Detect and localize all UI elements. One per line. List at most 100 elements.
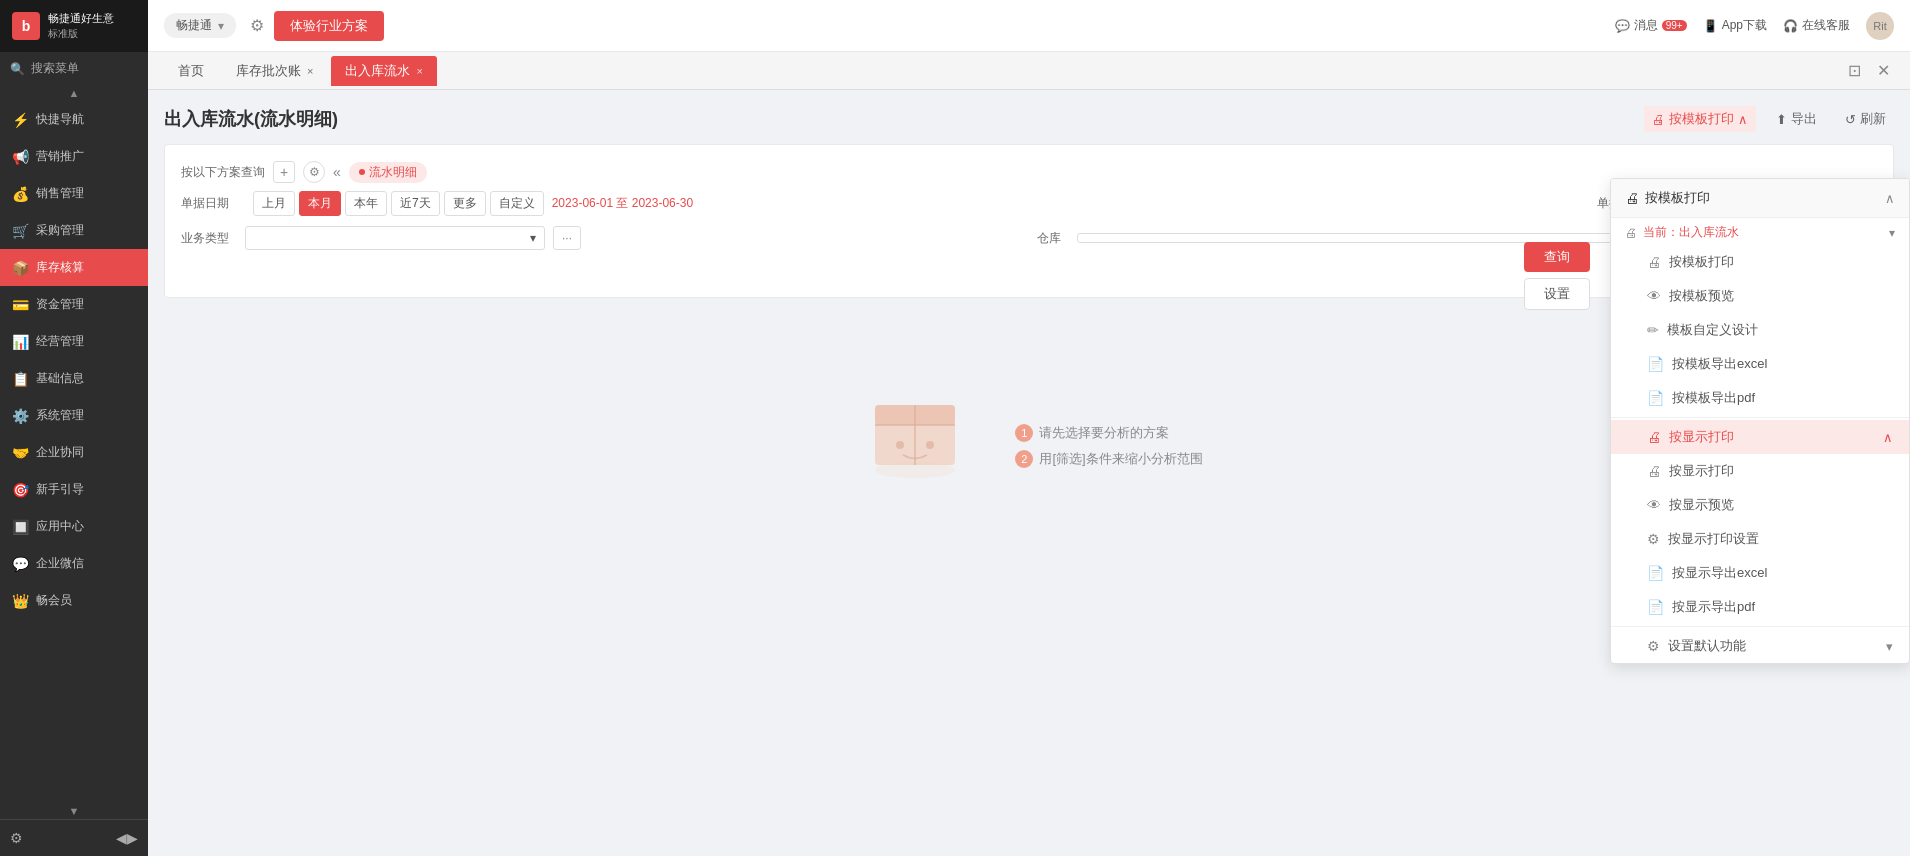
template-preview-icon: 👁 (1647, 288, 1661, 304)
refresh-icon: ↺ (1845, 112, 1856, 127)
avatar[interactable]: Rit (1866, 12, 1894, 40)
filter-collapse-btn[interactable]: « (333, 164, 341, 180)
sidebar-item-label: 企业协同 (36, 444, 84, 461)
filter-tag[interactable]: 流水明细 (349, 162, 427, 183)
date-btn-last7[interactable]: 近7天 (391, 191, 440, 216)
date-btn-this-year[interactable]: 本年 (345, 191, 387, 216)
topbar-user[interactable]: 畅捷通 ▾ (164, 13, 236, 38)
sidebar-item-corp[interactable]: 🤝 企业协同 (0, 434, 148, 471)
sales-icon: 💰 (12, 186, 28, 202)
filter-add-btn[interactable]: + (273, 161, 295, 183)
empty-content: 1 请先选择要分析的方案 2 用[筛选]条件来缩小分析范围 (855, 370, 1202, 529)
trial-btn[interactable]: 体验行业方案 (274, 11, 384, 41)
tip-num-2: 2 (1015, 450, 1033, 468)
dropdown-item-template-custom[interactable]: ✏ 模板自定义设计 (1611, 313, 1909, 347)
biz-type-select[interactable]: ▾ (245, 226, 545, 250)
tab-flow-close[interactable]: × (416, 65, 422, 77)
sidebar-item-quick-nav[interactable]: ⚡ 快捷导航 (0, 101, 148, 138)
sidebar-item-app-center[interactable]: 🔲 应用中心 (0, 508, 148, 545)
settings-btn[interactable]: 设置 (1524, 278, 1590, 310)
empty-icon (855, 370, 975, 509)
sidebar-item-vip[interactable]: 👑 畅会员 (0, 582, 148, 619)
vip-icon: 👑 (12, 593, 28, 609)
template-custom-label: 模板自定义设计 (1667, 321, 1758, 339)
sidebar-settings-icon[interactable]: ⚙ (10, 830, 23, 846)
filter-setting-btn[interactable]: ⚙ (303, 161, 325, 183)
sidebar-item-purchase[interactable]: 🛒 采购管理 (0, 212, 148, 249)
dropdown-item-display-excel[interactable]: 📄 按显示导出excel (1611, 556, 1909, 590)
sidebar-item-system[interactable]: ⚙️ 系统管理 (0, 397, 148, 434)
empty-tip-1: 1 请先选择要分析的方案 (1015, 424, 1202, 442)
query-btn[interactable]: 查询 (1524, 242, 1590, 272)
app-download-btn[interactable]: 📱 App下载 (1703, 17, 1767, 34)
tab-home[interactable]: 首页 (164, 56, 218, 86)
display-pdf-label: 按显示导出pdf (1672, 598, 1755, 616)
sidebar-scroll-up[interactable]: ▲ (0, 85, 148, 101)
template-print-btn[interactable]: 🖨 按模板打印 ∧ (1644, 106, 1756, 132)
display-excel-label: 按显示导出excel (1672, 564, 1767, 582)
topbar-actions: 💬 消息 99+ 📱 App下载 🎧 在线客服 Rit (1615, 12, 1894, 40)
inventory-icon: 📦 (12, 260, 28, 276)
tab-flow-label: 出入库流水 (345, 62, 410, 80)
biz-more-btn[interactable]: ··· (553, 226, 581, 250)
sidebar-item-label: 新手引导 (36, 481, 84, 498)
display-print-icon: 🖨 (1647, 463, 1661, 479)
sidebar-item-inventory[interactable]: 📦 库存核算 (0, 249, 148, 286)
corp-icon: 🤝 (12, 445, 28, 461)
topbar-user-name: 畅捷通 (176, 17, 212, 34)
window-close-icon[interactable]: ✕ (1873, 59, 1894, 82)
sidebar-item-finance[interactable]: 💳 资金管理 (0, 286, 148, 323)
sidebar-item-basic-info[interactable]: 📋 基础信息 (0, 360, 148, 397)
dropdown-display-header[interactable]: 🖨 按显示打印 ∧ (1611, 420, 1909, 454)
tab-flow[interactable]: 出入库流水 × (331, 56, 436, 86)
current-arrow[interactable]: ▾ (1889, 226, 1895, 240)
display-section-arrow: ∧ (1883, 430, 1893, 445)
sidebar-search[interactable]: 🔍 搜索菜单 (0, 52, 148, 85)
refresh-btn[interactable]: ↺ 刷新 (1837, 106, 1894, 132)
topbar-dropdown-icon[interactable]: ▾ (218, 19, 224, 33)
sidebar-collapse-icon[interactable]: ◀▶ (116, 830, 138, 846)
dropdown-item-template-excel[interactable]: 📄 按模板导出excel (1611, 347, 1909, 381)
dropdown-expand-icon[interactable]: ∧ (1885, 191, 1895, 206)
sidebar-item-label: 畅会员 (36, 592, 72, 609)
dropdown-item-template-print[interactable]: 🖨 按模板打印 (1611, 245, 1909, 279)
dropdown-item-display-pdf[interactable]: 📄 按显示导出pdf (1611, 590, 1909, 624)
sidebar-item-operations[interactable]: 📊 经营管理 (0, 323, 148, 360)
sidebar-item-marketing[interactable]: 📢 营销推广 (0, 138, 148, 175)
dropdown-item-display-print[interactable]: 🖨 按显示打印 (1611, 454, 1909, 488)
quick-nav-icon: ⚡ (12, 112, 28, 128)
date-btn-this-month[interactable]: 本月 (299, 191, 341, 216)
app-name: 畅捷通好生意 (48, 11, 114, 26)
tabs-window-controls: ⊡ ✕ (1844, 59, 1894, 82)
page-content: 出入库流水(流水明细) 🖨 按模板打印 ∧ ⬆ 导出 ↺ 刷新 (148, 90, 1910, 856)
set-default-icon: ⚙ (1647, 638, 1660, 654)
dropdown-item-template-pdf[interactable]: 📄 按模板导出pdf (1611, 381, 1909, 415)
message-btn[interactable]: 💬 消息 99+ (1615, 17, 1687, 34)
sidebar-nav: ⚡ 快捷导航 📢 营销推广 💰 销售管理 🛒 采购管理 📦 库存核算 💳 资金管… (0, 101, 148, 803)
current-icon: 🖨 (1625, 226, 1637, 240)
dropdown-item-display-preview[interactable]: 👁 按显示预览 (1611, 488, 1909, 522)
filter-setting-icon: ⚙ (309, 165, 320, 179)
topbar: 畅捷通 ▾ ⚙ 体验行业方案 💬 消息 99+ 📱 App下载 🎧 在线客服 R… (148, 0, 1910, 52)
sidebar-item-guide[interactable]: 🎯 新手引导 (0, 471, 148, 508)
sidebar-item-sales[interactable]: 💰 销售管理 (0, 175, 148, 212)
tab-batch-account-close[interactable]: × (307, 65, 313, 77)
display-preview-label: 按显示预览 (1669, 496, 1734, 514)
dropdown-item-set-default[interactable]: ⚙ 设置默认功能 ▾ (1611, 629, 1909, 663)
dropdown-item-template-preview[interactable]: 👁 按模板预览 (1611, 279, 1909, 313)
date-btn-last-month[interactable]: 上月 (253, 191, 295, 216)
page-header: 出入库流水(流水明细) 🖨 按模板打印 ∧ ⬆ 导出 ↺ 刷新 (164, 106, 1894, 132)
dropdown-header: 🖨 按模板打印 ∧ (1611, 179, 1909, 218)
biz-type-label: 业务类型 (181, 230, 229, 247)
dropdown-item-display-settings[interactable]: ⚙ 按显示打印设置 (1611, 522, 1909, 556)
sidebar-scroll-down[interactable]: ▼ (0, 803, 148, 819)
window-restore-icon[interactable]: ⊡ (1844, 59, 1865, 82)
date-btn-custom[interactable]: 自定义 (490, 191, 544, 216)
topbar-gear-icon[interactable]: ⚙ (250, 16, 264, 35)
search-icon: 🔍 (10, 62, 25, 76)
export-btn[interactable]: ⬆ 导出 (1768, 106, 1825, 132)
online-service-btn[interactable]: 🎧 在线客服 (1783, 17, 1850, 34)
date-btn-more[interactable]: 更多 (444, 191, 486, 216)
sidebar-item-corp-wechat[interactable]: 💬 企业微信 (0, 545, 148, 582)
tab-batch-account[interactable]: 库存批次账 × (222, 56, 327, 86)
